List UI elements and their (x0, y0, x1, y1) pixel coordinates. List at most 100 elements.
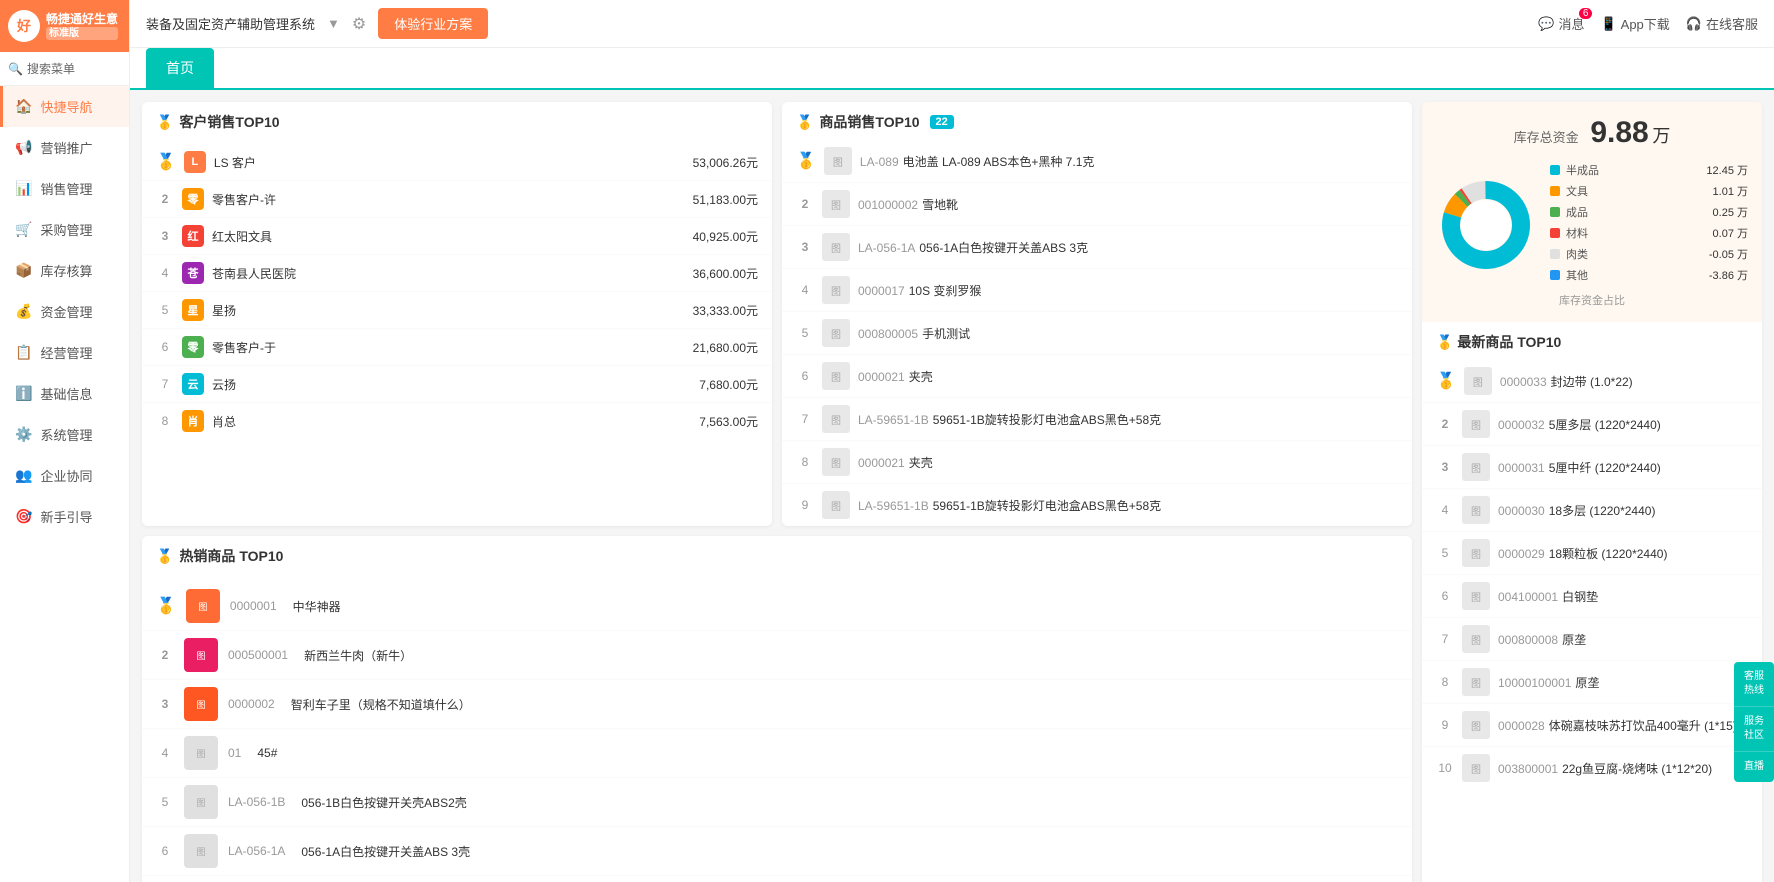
chevron-down-icon[interactable]: ▼ (327, 16, 340, 31)
content-area: 🥇 客户销售TOP10 🥇 L LS 客户 53,006.26元 2 零 (130, 90, 1774, 882)
newest-products-header: 🥇 最新商品 TOP10 (1422, 322, 1762, 360)
customer-list: 🥇 L LS 客户 53,006.26元 2 零 零售客户-许 51,183.0… (142, 140, 772, 443)
customer-top10-header: 🥇 客户销售TOP10 (142, 102, 772, 140)
newest-row: 5 图 000002918颗粒板 (1220*2440) (1422, 532, 1762, 575)
product-sales-row: 8 图 0000021夹壳 (782, 441, 1412, 484)
app-logo: 好 畅捷通好生意 标准版 (0, 0, 129, 52)
hot-products-list: 🥇 图 0000001 中华神器 2 图 000500001 新西兰牛肉（新牛）… (142, 574, 1412, 882)
search-menu[interactable]: 🔍 搜索菜单 (0, 52, 129, 86)
legend-row: 成品 0.25 万 (1550, 204, 1748, 220)
app-download-button[interactable]: 📱 App下载 (1600, 14, 1669, 33)
product-img: 图 (822, 405, 850, 433)
float-customer-service[interactable]: 客服热线 (1734, 662, 1774, 707)
sidebar: 好 畅捷通好生意 标准版 🔍 搜索菜单 🏠 快捷导航 📢 营销推广 📊 销售管理… (0, 0, 130, 882)
legend-row: 文具 1.01 万 (1550, 183, 1748, 199)
hot-row: 🥇 图 0000001 中华神器 (142, 582, 1412, 631)
newest-row: 9 图 0000028体碗嘉枝味苏打饮品400毫升 (1*15) (1422, 704, 1762, 747)
newest-row: 8 图 10000100001原垄 (1422, 661, 1762, 704)
float-service-community[interactable]: 服务社区 (1734, 707, 1774, 752)
product-img: 图 (822, 319, 850, 347)
sidebar-item-finance[interactable]: 💰 资金管理 (0, 291, 129, 332)
product-sales-list: 🥇 图 LA-089电池盖 LA-089 ABS本色+黑种 7.1克 2 图 0… (782, 140, 1412, 526)
newest-row: 3 图 00000315厘中纤 (1220*2440) (1422, 446, 1762, 489)
logo-text: 畅捷通好生意 标准版 (46, 12, 118, 41)
online-service-button[interactable]: 🎧 在线客服 (1686, 14, 1758, 33)
product-img-new: 图 (1462, 496, 1490, 524)
hot-product-img: 图 (184, 638, 218, 672)
hot-product-img: 图 (184, 785, 218, 819)
product-sales-top10-panel: 🥇 商品销售TOP10 22 🥇 图 LA-089电池盖 LA-089 ABS本… (782, 102, 1412, 526)
sidebar-item-sales[interactable]: 📊 销售管理 (0, 168, 129, 209)
sidebar-item-guide[interactable]: 🎯 新手引导 (0, 496, 129, 537)
legend-row: 其他 -3.86 万 (1550, 267, 1748, 283)
hot-product-img: 图 (184, 736, 218, 770)
sidebar-item-collab[interactable]: 👥 企业协同 (0, 455, 129, 496)
donut-chart (1436, 175, 1536, 275)
system-title: 装备及固定资产辅助管理系统 (146, 14, 315, 33)
customer-badge: 云 (182, 373, 204, 395)
message-button[interactable]: 💬 消息 6 (1538, 14, 1584, 33)
gear-icon[interactable]: ⚙ (352, 14, 366, 34)
hot-row: 6 图 LA-056-1A 056-1A白色按键开关盖ABS 3壳 (142, 827, 1412, 876)
customer-badge: 零 (182, 336, 204, 358)
hot-products-header: 🥇 热销商品 TOP10 (142, 536, 1412, 574)
hot-product-img: 图 (184, 687, 218, 721)
hot-row: 7 图 NB2.0X30B 2.0X30MM双搓花轴,搓花直径2.1MM/ROH… (142, 876, 1412, 882)
product-img: 图 (822, 491, 850, 519)
page-tabs: 首页 (130, 48, 1774, 90)
newest-row: 2 图 00000325厘多层 (1220*2440) (1422, 403, 1762, 446)
customer-badge: 苍 (182, 262, 204, 284)
legend-row: 半成品 12.45 万 (1550, 162, 1748, 178)
main-area: 装备及固定资产辅助管理系统 ▼ ⚙ 体验行业方案 💬 消息 6 📱 App下载 … (130, 0, 1774, 882)
sidebar-item-basics[interactable]: ℹ️ 基础信息 (0, 373, 129, 414)
sidebar-item-quicknav[interactable]: 🏠 快捷导航 (0, 86, 129, 127)
newest-medal-icon: 🥇 (1436, 334, 1453, 350)
float-live[interactable]: 直播 (1734, 752, 1774, 782)
customer-row: 6 零 零售客户-于 21,680.00元 (142, 329, 772, 366)
product-img: 图 (822, 276, 850, 304)
newest-row: 10 图 00380000122g鱼豆腐-烧烤味 (1*12*20) (1422, 747, 1762, 789)
product-img-new: 图 (1462, 668, 1490, 696)
sales-icon: 📊 (15, 180, 32, 197)
sidebar-item-operations[interactable]: 📋 经营管理 (0, 332, 129, 373)
hot-product-img: 图 (184, 834, 218, 868)
product-img: 图 (822, 190, 850, 218)
product-sales-header: 🥇 商品销售TOP10 22 (782, 102, 1412, 140)
rank-medal-p1: 🥇 (796, 151, 816, 171)
hot-row: 5 图 LA-056-1B 056-1B白色按键开关壳ABS2壳 (142, 778, 1412, 827)
inventory-ratio-label: 库存资金占比 (1436, 292, 1748, 308)
product-img-new: 图 (1462, 539, 1490, 567)
tab-home[interactable]: 首页 (146, 48, 214, 88)
medal-icon-2: 🥇 (796, 114, 813, 131)
customer-row: 5 星 星扬 33,333.00元 (142, 292, 772, 329)
try-plan-button[interactable]: 体验行业方案 (378, 8, 488, 39)
newest-row: 4 图 000003018多层 (1220*2440) (1422, 489, 1762, 532)
marketing-icon: 📢 (15, 139, 32, 156)
legend-row: 材料 0.07 万 (1550, 225, 1748, 241)
hot-medal-icon: 🥇 (156, 548, 173, 565)
topbar: 装备及固定资产辅助管理系统 ▼ ⚙ 体验行业方案 💬 消息 6 📱 App下载 … (130, 0, 1774, 48)
sidebar-item-purchase[interactable]: 🛒 采购管理 (0, 209, 129, 250)
sidebar-item-inventory[interactable]: 📦 库存核算 (0, 250, 129, 291)
product-img-new: 图 (1462, 625, 1490, 653)
guide-icon: 🎯 (15, 508, 32, 525)
purchase-icon: 🛒 (15, 221, 32, 238)
product-img: 图 (822, 448, 850, 476)
product-img-new: 图 (1462, 410, 1490, 438)
newest-products-panel: 库存总资金 9.88 万 (1422, 102, 1762, 882)
hot-row: 4 图 01 45# (142, 729, 1412, 778)
product-sales-row: 7 图 LA-59651-1B59651-1B旋转投影灯电池盒ABS黑色+58克 (782, 398, 1412, 441)
product-img-new: 图 (1462, 711, 1490, 739)
product-img-new: 图 (1462, 754, 1490, 782)
collab-icon: 👥 (15, 467, 32, 484)
inventory-icon: 📦 (15, 262, 32, 279)
home-icon: 🏠 (15, 98, 32, 115)
hot-row: 2 图 000500001 新西兰牛肉（新牛） (142, 631, 1412, 680)
sidebar-item-marketing[interactable]: 📢 营销推广 (0, 127, 129, 168)
product-img: 图 (822, 233, 850, 261)
mobile-icon: 📱 (1600, 16, 1616, 32)
inventory-section: 库存总资金 9.88 万 (1422, 102, 1762, 322)
headset-icon: 🎧 (1686, 16, 1702, 32)
sidebar-item-system[interactable]: ⚙️ 系统管理 (0, 414, 129, 455)
customer-row: 2 零 零售客户-许 51,183.00元 (142, 181, 772, 218)
